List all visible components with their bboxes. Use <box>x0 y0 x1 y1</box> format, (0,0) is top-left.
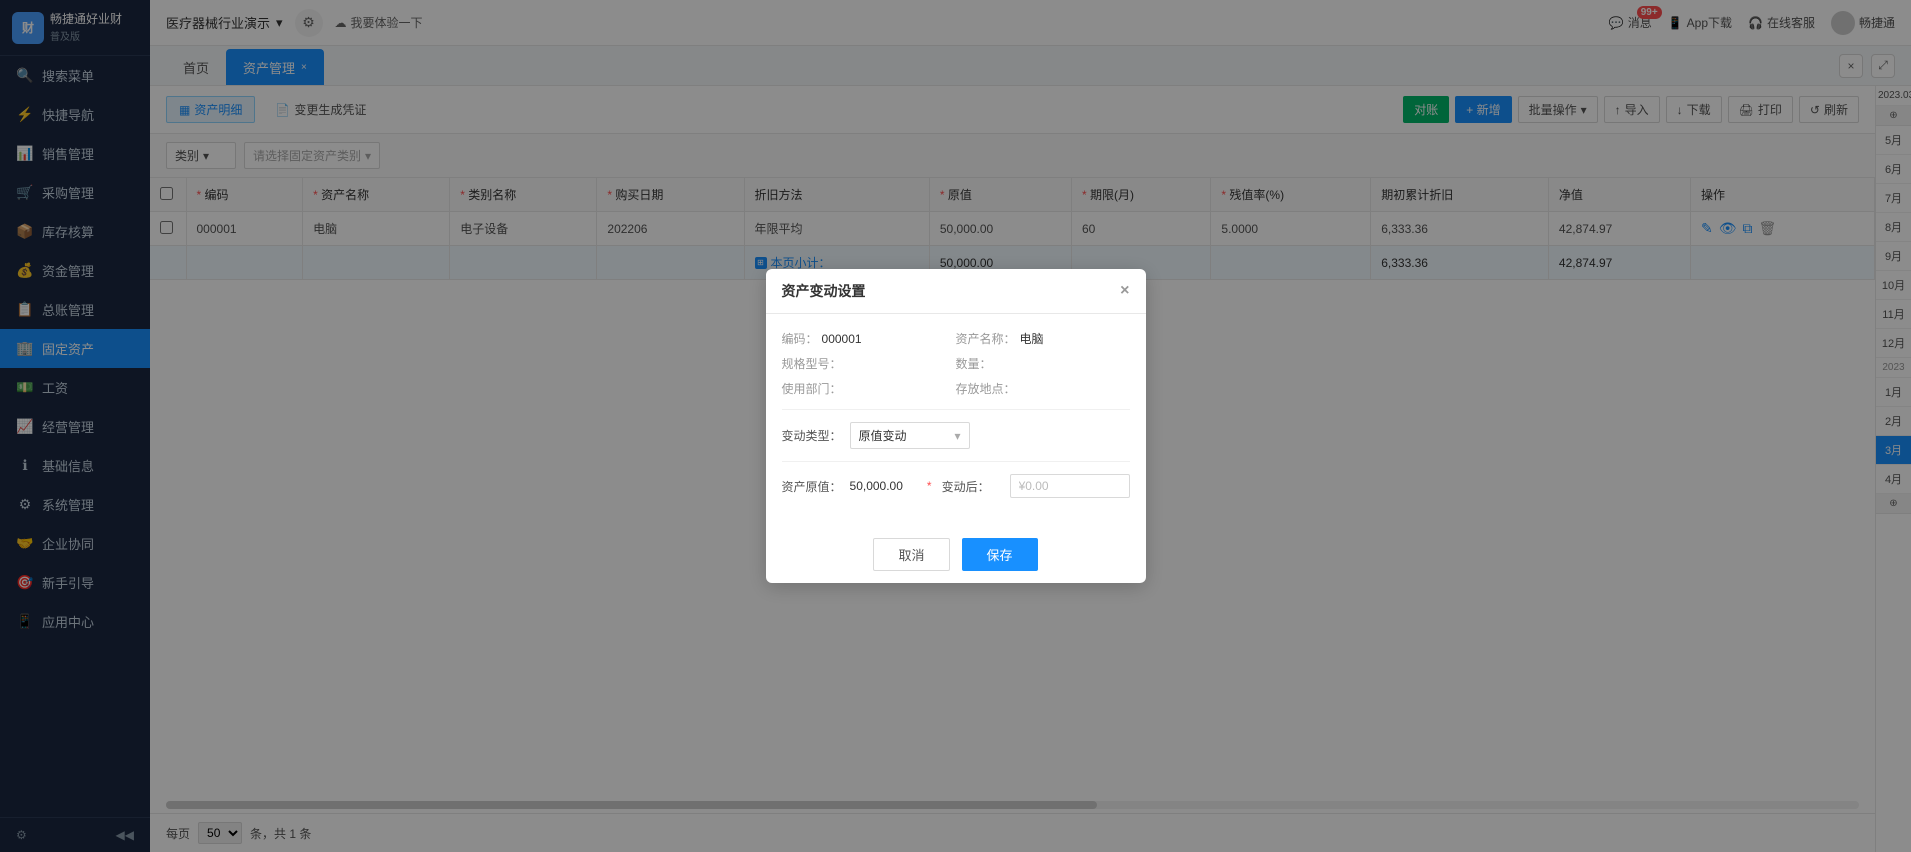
dialog-code-item: 编码： 000001 <box>782 330 956 347</box>
dialog-spec-item: 规格型号： <box>782 355 956 372</box>
dialog-after-change-input[interactable] <box>1010 474 1130 498</box>
dialog-after-change-label: 变动后： <box>942 478 1002 495</box>
dialog-quantity-label: 数量： <box>956 355 992 372</box>
dialog-asset-name-item: 资产名称： 电脑 <box>956 330 1130 347</box>
dialog-title: 资产变动设置 <box>782 281 866 301</box>
change-type-value: 原值变动 <box>859 427 907 444</box>
dialog-spec-label: 规格型号： <box>782 355 842 372</box>
dialog-body: 编码： 000001 资产名称： 电脑 规格型号： 数量： 使用部门： <box>766 314 1146 526</box>
dialog-asset-name-label: 资产名称： <box>956 330 1016 347</box>
dialog-required-mark: * <box>927 479 932 493</box>
dialog-footer: 取消 保存 <box>766 526 1146 583</box>
dialog-dept-item: 使用部门： <box>782 380 956 397</box>
dialog-code-value: 000001 <box>822 332 862 346</box>
dialog-dept-label: 使用部门： <box>782 380 842 397</box>
dialog-divider-1 <box>782 409 1130 410</box>
dialog-asset-name-value: 电脑 <box>1020 330 1044 347</box>
dialog-header: 资产变动设置 × <box>766 269 1146 314</box>
dialog-divider-2 <box>782 461 1130 462</box>
dialog-location-label: 存放地点： <box>956 380 1016 397</box>
dialog-location-item: 存放地点： <box>956 380 1130 397</box>
dialog-change-type-label: 变动类型： <box>782 427 842 444</box>
dialog-code-label: 编码： <box>782 330 818 347</box>
dialog-asset-value-label: 资产原值： <box>782 478 842 495</box>
cancel-button[interactable]: 取消 <box>873 538 949 571</box>
dialog-asset-value-field: 资产原值： 50,000.00 * 变动后： <box>782 474 1130 498</box>
dialog-info-grid: 编码： 000001 资产名称： 电脑 规格型号： 数量： 使用部门： <box>782 330 1130 397</box>
modal-overlay: 资产变动设置 × 编码： 000001 资产名称： 电脑 规格型号： 数量： <box>0 0 1911 852</box>
dialog-change-type-field: 变动类型： 原值变动 ▾ <box>782 422 1130 449</box>
dialog-asset-value-value: 50,000.00 <box>850 479 903 493</box>
dialog-change-type-select[interactable]: 原值变动 ▾ <box>850 422 970 449</box>
save-button[interactable]: 保存 <box>962 538 1038 571</box>
dialog-close-button[interactable]: × <box>1120 282 1129 300</box>
dialog-quantity-item: 数量： <box>956 355 1130 372</box>
asset-change-dialog: 资产变动设置 × 编码： 000001 资产名称： 电脑 规格型号： 数量： <box>766 269 1146 583</box>
change-type-arrow-icon: ▾ <box>954 429 960 443</box>
